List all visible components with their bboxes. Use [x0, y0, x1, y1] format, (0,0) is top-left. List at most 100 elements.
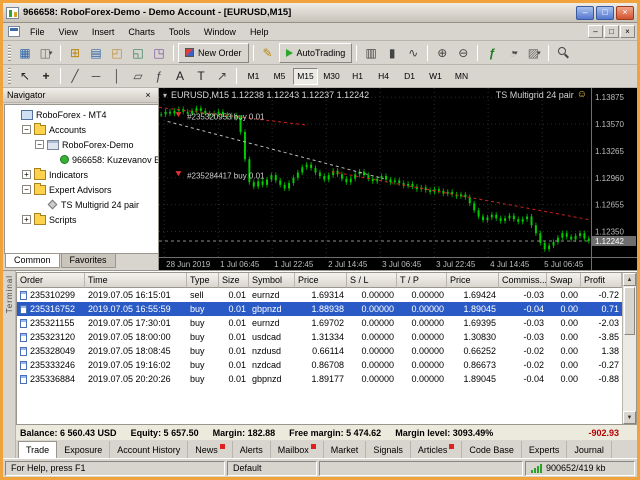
timeframe-m15-button[interactable]: M15 [293, 67, 318, 85]
order-row[interactable]: 235336884 2019.07.05 20:20:26 buy 0.01 gbpnz… [17, 372, 622, 386]
minus-toggle-icon[interactable]: − [22, 185, 31, 194]
column-header-time[interactable]: Time [85, 273, 187, 288]
timeframe-m5-button[interactable]: M5 [267, 68, 292, 85]
tab-common[interactable]: Common [5, 254, 60, 268]
mdi-close-button[interactable]: × [620, 25, 635, 38]
menu-window[interactable]: Window [197, 25, 243, 39]
title-bar[interactable]: 966658: RoboForex-Demo - Demo Account - … [3, 3, 637, 23]
minus-toggle-icon[interactable]: − [35, 140, 44, 149]
crosshair-button[interactable]: + [36, 66, 56, 86]
tree-item-roboforex-mt4[interactable]: RoboForex - MT4 [5, 107, 158, 122]
autotrading-button[interactable]: AutoTrading [278, 42, 353, 63]
zoom-out-button[interactable]: ⊖ [453, 43, 473, 63]
order-row[interactable]: 235333246 2019.07.05 19:16:02 buy 0.01 nzdca… [17, 358, 622, 372]
new-order-button[interactable]: New Order [178, 42, 249, 63]
navigator-close-icon[interactable]: × [142, 90, 154, 100]
menu-help[interactable]: Help [243, 25, 276, 39]
timeframe-w1-button[interactable]: W1 [423, 68, 448, 85]
line-chart-button[interactable]: ∿ [403, 43, 423, 63]
order-row[interactable]: 235316752 2019.07.05 16:55:59 buy 0.01 gbpnz… [17, 302, 622, 316]
cursor-button[interactable]: ↖ [15, 66, 35, 86]
tab-code-base[interactable]: Code Base [462, 441, 522, 458]
bar-chart-button[interactable]: ▥ [361, 43, 381, 63]
minus-toggle-icon[interactable]: − [22, 125, 31, 134]
profiles-button[interactable]: ◫ ▾ [36, 43, 56, 63]
channel-button[interactable]: ▱ [128, 66, 148, 86]
mdi-minimize-button[interactable]: – [588, 25, 603, 38]
menu-tools[interactable]: Tools [162, 25, 197, 39]
tree-item-ts-multigrid-24-pair[interactable]: TS Multigrid 24 pair [5, 197, 158, 212]
tree-item-scripts[interactable]: + Scripts [5, 212, 158, 227]
orders-scrollbar[interactable]: ▲ ▼ [622, 273, 636, 424]
scrollbar-thumb[interactable] [624, 287, 635, 335]
tab-journal[interactable]: Journal [567, 441, 612, 458]
market-watch-button[interactable]: ⊞ [65, 43, 85, 63]
chart-area[interactable]: 1.13875 1.13570 1.13265 1.12960 1.12655 1.123… [159, 88, 637, 270]
column-header-symbol[interactable]: Symbol [249, 273, 295, 288]
tab-account-history[interactable]: Account History [110, 441, 189, 458]
order-row[interactable]: 235310299 2019.07.05 16:15:01 sell 0.01 eurn… [17, 288, 622, 302]
timeframe-mn-button[interactable]: MN [449, 68, 474, 85]
arrows-tool-button[interactable]: ↗ [212, 66, 232, 86]
timeframe-h4-button[interactable]: H4 [371, 68, 396, 85]
column-header-order[interactable]: Order [17, 273, 85, 288]
trendline-button[interactable]: ╱ [65, 66, 85, 86]
order-row[interactable]: 235323120 2019.07.05 18:00:00 buy 0.01 usdca… [17, 330, 622, 344]
tree-item-accounts[interactable]: − Accounts [5, 122, 158, 137]
order-row[interactable]: 235321155 2019.07.05 17:30:01 buy 0.01 eurnz… [17, 316, 622, 330]
column-header-price2[interactable]: Price [447, 273, 499, 288]
scroll-up-icon[interactable]: ▲ [623, 273, 636, 286]
timeframe-d1-button[interactable]: D1 [397, 68, 422, 85]
mdi-restore-button[interactable]: □ [604, 25, 619, 38]
tab-trade[interactable]: Trade [18, 441, 58, 458]
menu-file[interactable]: File [23, 25, 52, 39]
new-chart-button[interactable]: ▦ [15, 43, 35, 63]
tab-articles[interactable]: Articles [411, 441, 463, 458]
text-button[interactable]: A [170, 66, 190, 86]
tab-exposure[interactable]: Exposure [57, 441, 111, 458]
status-profile[interactable]: Default [227, 460, 317, 476]
tab-experts[interactable]: Experts [522, 441, 568, 458]
toolbar-grip[interactable] [8, 68, 11, 84]
tree-item-966658-kuzevanov-evg[interactable]: 966658: Kuzevanov Evg [5, 152, 158, 167]
tab-signals[interactable]: Signals [366, 441, 411, 458]
column-header-profit[interactable]: Profit [581, 273, 622, 288]
toolbar-grip[interactable] [8, 44, 11, 61]
indicators-button[interactable]: ƒ [482, 43, 502, 63]
templates-button[interactable]: ▨ ▾ [524, 43, 544, 63]
tab-market[interactable]: Market [324, 441, 367, 458]
close-button[interactable]: × [616, 5, 634, 20]
fibonacci-button[interactable]: ƒ [149, 66, 169, 86]
periods-button[interactable]: ◔ ▾ [503, 43, 523, 63]
timeframe-m30-button[interactable]: M30 [319, 68, 344, 85]
column-header-tp[interactable]: T / P [397, 273, 447, 288]
maximize-button[interactable]: □ [596, 5, 614, 20]
tree-item-expert-advisors[interactable]: − Expert Advisors [5, 182, 158, 197]
metaeditor-button[interactable]: ✎ [258, 43, 278, 63]
plus-toggle-icon[interactable]: + [22, 170, 31, 179]
column-header-type[interactable]: Type [187, 273, 219, 288]
plus-toggle-icon[interactable]: + [22, 215, 31, 224]
column-header-sl[interactable]: S / L [347, 273, 397, 288]
navigator-button[interactable]: ◰ [107, 43, 127, 63]
strategy-tester-button[interactable]: ◳ [149, 43, 169, 63]
tab-mailbox[interactable]: Mailbox [271, 441, 324, 458]
tab-alerts[interactable]: Alerts [233, 441, 271, 458]
terminal-button[interactable]: ◱ [128, 43, 148, 63]
navigator-header[interactable]: Navigator × [3, 88, 158, 103]
terminal-side-grip[interactable]: Terminal [3, 271, 16, 458]
tree-item-indicators[interactable]: + Indicators [5, 167, 158, 182]
column-header-size[interactable]: Size [219, 273, 249, 288]
minimize-button[interactable]: – [576, 5, 594, 20]
timeframe-m1-button[interactable]: M1 [241, 68, 266, 85]
column-header-commission[interactable]: Commiss... [499, 273, 547, 288]
candlestick-chart-button[interactable]: ▮ [382, 43, 402, 63]
timeframe-h1-button[interactable]: H1 [345, 68, 370, 85]
column-header-price[interactable]: Price [295, 273, 347, 288]
horizontal-line-button[interactable]: ─ [86, 66, 106, 86]
tree-item-roboforex-demo[interactable]: − RoboForex-Demo [5, 137, 158, 152]
menu-charts[interactable]: Charts [121, 25, 162, 39]
order-row[interactable]: 235328049 2019.07.05 18:08:45 buy 0.01 nzdus… [17, 344, 622, 358]
search-button[interactable] [553, 43, 573, 63]
tab-news[interactable]: News [188, 441, 233, 458]
